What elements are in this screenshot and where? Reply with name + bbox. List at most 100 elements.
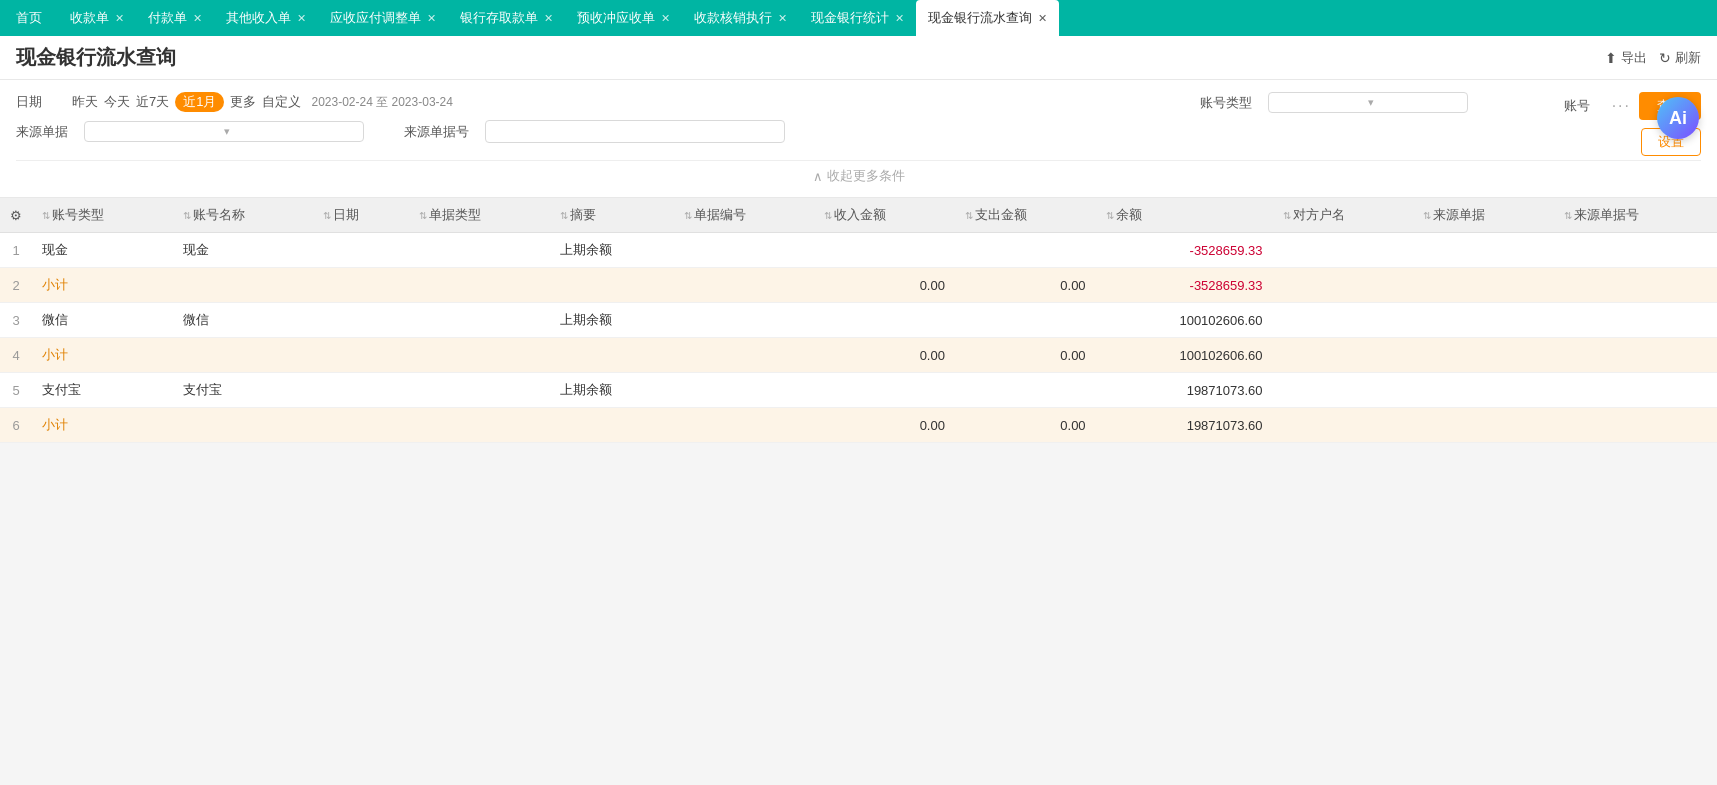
cell-date <box>313 303 409 338</box>
cell-account-type: 小计 <box>32 338 173 373</box>
date-options: 昨天 今天 近7天 近1月 更多 自定义 2023-02-24 至 2023-0… <box>72 92 453 112</box>
date-opt-7days[interactable]: 近7天 <box>136 93 169 111</box>
close-icon[interactable]: ✕ <box>115 12 124 25</box>
cell-date <box>313 373 409 408</box>
cell-doc-type <box>409 303 550 338</box>
cell-summary: 上期余额 <box>550 303 674 338</box>
column-doc-type[interactable]: ⇅单据类型 <box>409 198 550 233</box>
date-opt-1month[interactable]: 近1月 <box>175 92 224 112</box>
nav-tab-yinhang[interactable]: 银行存取款单 ✕ <box>448 0 565 36</box>
cell-source-doc <box>1413 268 1554 303</box>
source-doc-num-input[interactable] <box>485 120 785 143</box>
date-opt-custom[interactable]: 自定义 <box>262 93 301 111</box>
cell-summary <box>550 268 674 303</box>
column-income[interactable]: ⇅收入金额 <box>814 198 955 233</box>
row-number: 3 <box>0 303 32 338</box>
row-number: 1 <box>0 233 32 268</box>
cell-balance: -3528659.33 <box>1096 268 1273 303</box>
close-icon[interactable]: ✕ <box>1038 12 1047 25</box>
cell-source-doc-no <box>1554 338 1717 373</box>
filter-area: 日期 昨天 今天 近7天 近1月 更多 自定义 2023-02-24 至 202… <box>0 80 1717 198</box>
cell-doc-type <box>409 373 550 408</box>
nav-tab-shoukuandan[interactable]: 收款单 ✕ <box>58 0 136 36</box>
close-icon[interactable]: ✕ <box>544 12 553 25</box>
nav-tab-fukuandan[interactable]: 付款单 ✕ <box>136 0 214 36</box>
cell-source-doc <box>1413 373 1554 408</box>
cell-summary <box>550 408 674 443</box>
column-doc-no[interactable]: ⇅单据编号 <box>674 198 815 233</box>
close-icon[interactable]: ✕ <box>193 12 202 25</box>
close-icon[interactable]: ✕ <box>778 12 787 25</box>
column-source-doc[interactable]: ⇅来源单据 <box>1413 198 1554 233</box>
cell-source-doc-no <box>1554 233 1717 268</box>
close-icon[interactable]: ✕ <box>297 12 306 25</box>
column-summary[interactable]: ⇅摘要 <box>550 198 674 233</box>
page-title: 现金银行流水查询 <box>16 44 176 71</box>
source-doc-num-label: 来源单据号 <box>404 123 469 141</box>
table-row: 5 支付宝 支付宝 上期余额 19871073.60 <box>0 373 1717 408</box>
cell-account-type: 小计 <box>32 268 173 303</box>
cell-doc-type <box>409 408 550 443</box>
cell-income: 0.00 <box>814 408 955 443</box>
nav-tab-yushou[interactable]: 预收冲应收单 ✕ <box>565 0 682 36</box>
chevron-down-icon: ▾ <box>1368 96 1459 109</box>
cell-counterparty <box>1273 408 1414 443</box>
filter-row-date: 日期 昨天 今天 近7天 近1月 更多 自定义 2023-02-24 至 202… <box>16 92 1176 112</box>
nav-tab-liushuichaxun[interactable]: 现金银行流水查询 ✕ <box>916 0 1059 36</box>
refresh-icon: ↻ <box>1659 50 1671 66</box>
column-account-name[interactable]: ⇅账号名称 <box>173 198 314 233</box>
nav-tab-xianjintongji[interactable]: 现金银行统计 ✕ <box>799 0 916 36</box>
cell-account-name: 微信 <box>173 303 314 338</box>
column-balance[interactable]: ⇅余额 <box>1096 198 1273 233</box>
cell-doc-no <box>674 338 815 373</box>
cell-source-doc-no <box>1554 268 1717 303</box>
column-expense[interactable]: ⇅支出金额 <box>955 198 1096 233</box>
cell-doc-no <box>674 233 815 268</box>
account-type-select[interactable]: ▾ <box>1268 92 1468 113</box>
close-icon[interactable]: ✕ <box>661 12 670 25</box>
cell-date <box>313 268 409 303</box>
table-row: 3 微信 微信 上期余额 100102606.60 <box>0 303 1717 338</box>
date-opt-today[interactable]: 今天 <box>104 93 130 111</box>
column-account-type[interactable]: ⇅账号类型 <box>32 198 173 233</box>
date-opt-more[interactable]: 更多 <box>230 93 256 111</box>
nav-tab-qitashourudan[interactable]: 其他收入单 ✕ <box>214 0 318 36</box>
cell-account-type: 小计 <box>32 408 173 443</box>
close-icon[interactable]: ✕ <box>427 12 436 25</box>
nav-tab-yingshou[interactable]: 应收应付调整单 ✕ <box>318 0 448 36</box>
nav-home[interactable]: 首页 <box>0 0 58 36</box>
source-doc-select[interactable]: ▾ <box>84 121 364 142</box>
table-row: 2 小计 0.00 0.00 -3528659.33 <box>0 268 1717 303</box>
cell-income: 0.00 <box>814 338 955 373</box>
column-gear[interactable]: ⚙ <box>0 198 32 233</box>
account-dots-button[interactable]: ··· <box>1612 97 1631 115</box>
table-row: 1 现金 现金 上期余额 -3528659.33 <box>0 233 1717 268</box>
cell-doc-no <box>674 268 815 303</box>
column-counterparty[interactable]: ⇅对方户名 <box>1273 198 1414 233</box>
cell-expense: 0.00 <box>955 408 1096 443</box>
collapse-filter-button[interactable]: ∧ 收起更多条件 <box>16 160 1701 185</box>
column-source-doc-no[interactable]: ⇅来源单据号 <box>1554 198 1717 233</box>
cell-income: 0.00 <box>814 268 955 303</box>
cell-balance: -3528659.33 <box>1096 233 1273 268</box>
column-date[interactable]: ⇅日期 <box>313 198 409 233</box>
cell-summary: 上期余额 <box>550 233 674 268</box>
filter-row-source: 来源单据 ▾ 来源单据号 <box>16 120 1176 143</box>
cell-source-doc <box>1413 233 1554 268</box>
close-icon[interactable]: ✕ <box>895 12 904 25</box>
cell-account-type: 现金 <box>32 233 173 268</box>
cell-expense <box>955 233 1096 268</box>
cell-doc-no <box>674 373 815 408</box>
cell-account-name <box>173 408 314 443</box>
refresh-button[interactable]: ↻ 刷新 <box>1659 49 1701 67</box>
ai-assistant-button[interactable]: Ai <box>1657 97 1699 139</box>
top-nav: 首页 收款单 ✕ 付款单 ✕ 其他收入单 ✕ 应收应付调整单 ✕ 银行存取款单 … <box>0 0 1717 36</box>
cell-balance: 19871073.60 <box>1096 408 1273 443</box>
nav-tab-shoukuanhexiao[interactable]: 收款核销执行 ✕ <box>682 0 799 36</box>
cell-counterparty <box>1273 338 1414 373</box>
cell-balance: 100102606.60 <box>1096 338 1273 373</box>
export-button[interactable]: ⬆ 导出 <box>1605 49 1647 67</box>
cell-date <box>313 408 409 443</box>
cell-balance: 100102606.60 <box>1096 303 1273 338</box>
date-opt-yesterday[interactable]: 昨天 <box>72 93 98 111</box>
